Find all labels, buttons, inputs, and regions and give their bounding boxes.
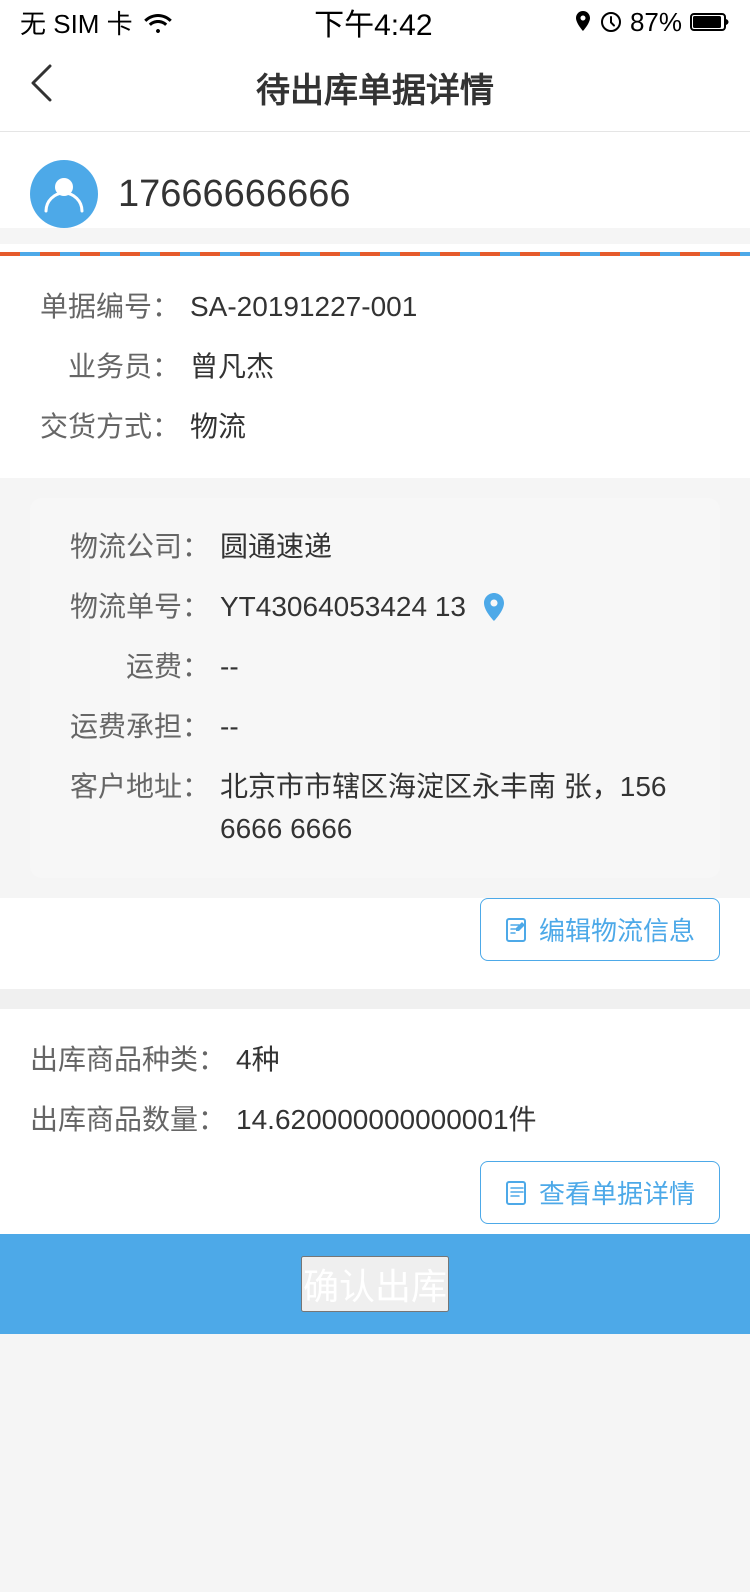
status-left: 无 SIM 卡 [20,4,173,41]
confirm-btn-container: 确认出库 [0,1234,750,1334]
sales-person-row: 业务员： 曾凡杰 [30,346,720,388]
status-time: 下午4:42 [314,0,432,44]
logistics-card: 物流公司： 圆通速递 物流单号： YT43064053424 13 运费： --… [30,498,720,878]
goods-quantity-label: 出库商品数量： [30,1099,226,1141]
view-detail-label: 查看单据详情 [539,1174,695,1211]
section-divider-1 [0,989,750,1009]
dashed-divider [0,244,750,256]
address-label: 客户地址： [60,766,210,808]
logistics-company-row: 物流公司： 圆通速递 [60,526,690,568]
document-no-row: 单据编号： SA-20191227-001 [30,286,720,328]
location-status-icon [574,11,592,33]
goods-quantity-value: 14.620000000000001件 [236,1099,720,1141]
detail-icon [505,1180,531,1206]
goods-types-label: 出库商品种类： [30,1039,226,1081]
freight-label: 运费： [60,646,210,688]
document-no-label: 单据编号： [30,286,180,328]
edit-logistics-button[interactable]: 编辑物流信息 [480,898,720,961]
status-right: 87% [574,7,730,38]
view-detail-button[interactable]: 查看单据详情 [480,1161,720,1224]
basic-info-section: 单据编号： SA-20191227-001 业务员： 曾凡杰 交货方式： 物流 [0,256,750,478]
tracking-no-value: YT43064053424 13 [220,586,690,628]
address-value: 北京市市辖区海淀区永丰南 张，156 6666 6666 [220,766,690,850]
person-icon [41,171,87,217]
clock-icon [600,11,622,33]
battery-text: 87% [630,7,682,38]
tracking-no-label: 物流单号： [60,586,210,628]
delivery-method-label: 交货方式： [30,406,180,448]
logistics-company-label: 物流公司： [60,526,210,568]
address-row: 客户地址： 北京市市辖区海淀区永丰南 张，156 6666 6666 [60,766,690,850]
sales-person-label: 业务员： [30,346,180,388]
edit-icon [505,917,531,943]
battery-icon [690,11,730,33]
carrier-text: 无 SIM 卡 [20,4,133,41]
confirm-outbound-button[interactable]: 确认出库 [301,1256,449,1312]
edit-logistics-label: 编辑物流信息 [539,911,695,948]
edit-logistics-btn-row: 编辑物流信息 [0,898,750,989]
freight-bearer-label: 运费承担： [60,706,210,748]
document-no-value: SA-20191227-001 [190,286,720,328]
goods-section: 出库商品种类： 4种 出库商品数量： 14.620000000000001件 [0,1009,750,1161]
logistics-company-value: 圆通速递 [220,526,690,568]
delivery-method-value: 物流 [190,406,720,448]
freight-bearer-row: 运费承担： -- [60,706,690,748]
tracking-no-row: 物流单号： YT43064053424 13 [60,586,690,628]
wifi-icon [143,11,173,33]
freight-value: -- [220,646,690,688]
customer-phone: 17666666666 [118,173,350,216]
tracking-location-icon[interactable] [478,591,510,623]
freight-bearer-value: -- [220,706,690,748]
back-button[interactable] [30,64,52,111]
sales-person-value: 曾凡杰 [190,346,720,388]
avatar [30,160,98,228]
goods-types-value: 4种 [236,1039,720,1081]
delivery-method-row: 交货方式： 物流 [30,406,720,448]
customer-header: 17666666666 [0,132,750,228]
goods-types-row: 出库商品种类： 4种 [30,1039,720,1081]
freight-row: 运费： -- [60,646,690,688]
goods-quantity-row: 出库商品数量： 14.620000000000001件 [30,1099,720,1141]
status-bar: 无 SIM 卡 下午4:42 87% [0,0,750,44]
nav-bar: 待出库单据详情 [0,44,750,132]
page-title: 待出库单据详情 [256,63,494,112]
